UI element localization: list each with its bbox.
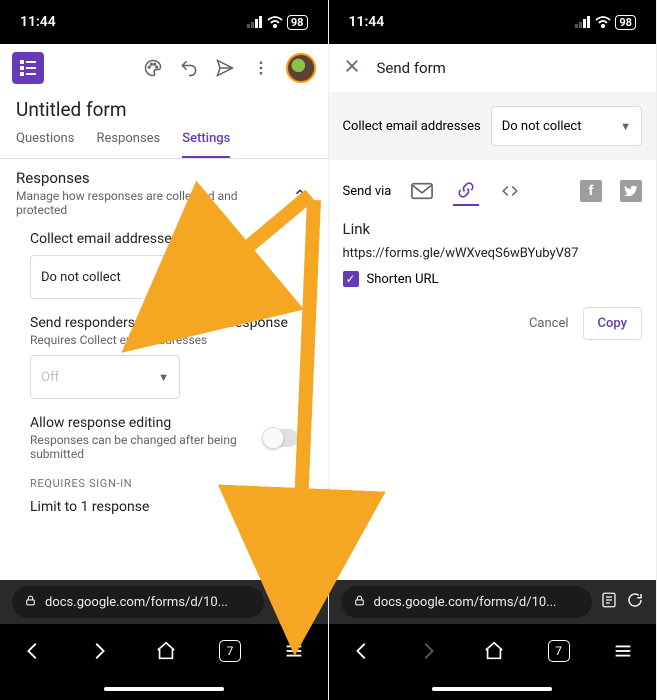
lock-icon: [24, 594, 37, 611]
reload-icon[interactable]: [298, 591, 316, 613]
tabs-icon[interactable]: 7: [219, 640, 241, 662]
home-icon[interactable]: [153, 638, 179, 664]
section-title: Responses: [16, 169, 288, 187]
dialog-buttons: Cancel Copy: [329, 293, 657, 354]
wifi-icon: [267, 16, 283, 28]
signin-section-label: REQUIRES SIGN-IN: [0, 469, 328, 490]
tabs: Questions Responses Settings: [0, 121, 328, 159]
forms-logo-icon: [12, 52, 44, 84]
back-icon[interactable]: [349, 638, 375, 664]
chevron-up-icon: [288, 183, 312, 204]
status-time: 11:44: [349, 14, 576, 30]
link-url[interactable]: https://forms.gle/wWXveqS6wBYubyV87: [343, 246, 643, 261]
reader-icon[interactable]: [600, 591, 618, 613]
responses-section-header[interactable]: Responses Manage how responses are colle…: [0, 159, 328, 223]
twitter-icon[interactable]: [620, 180, 642, 202]
battery-icon: 98: [615, 15, 636, 30]
send-via-row: Send via f: [329, 160, 657, 214]
form-title: Untitled form: [0, 92, 328, 121]
send-icon[interactable]: [214, 57, 236, 79]
signal-icon: [575, 16, 591, 28]
send-copy-select[interactable]: Off ▼: [30, 355, 180, 399]
signal-icon: [247, 16, 263, 28]
status-bar: 11:44 98: [0, 0, 328, 44]
home-indicator: [329, 678, 657, 700]
tab-settings[interactable]: Settings: [182, 131, 230, 158]
collect-email-bar: Collect email addresses Do not collect ▼: [329, 92, 657, 160]
forward-icon[interactable]: [86, 638, 112, 664]
status-time: 11:44: [20, 14, 247, 30]
send-title: Send form: [377, 59, 446, 77]
tab-questions[interactable]: Questions: [16, 131, 74, 158]
phone-left: 11:44 98 Untitled form Questions Respons…: [0, 0, 329, 700]
menu-icon[interactable]: [281, 638, 307, 664]
reader-icon[interactable]: [272, 591, 290, 613]
home-indicator: [0, 678, 328, 700]
more-icon[interactable]: [250, 57, 272, 79]
url-text: docs.google.com/forms/d/10...: [374, 595, 557, 610]
close-icon[interactable]: [343, 56, 361, 80]
collect-email-setting: Collect email addresses Do not collect ▼: [0, 223, 328, 307]
phone-right: 11:44 98 Send form Collect email address…: [329, 0, 657, 700]
collect-email-select[interactable]: Do not collect ▼: [491, 106, 642, 146]
browser-url-bar: docs.google.com/forms/d/10...: [329, 580, 657, 624]
chevron-down-icon: ▼: [620, 120, 631, 133]
avatar[interactable]: [286, 53, 316, 83]
settings-content: Responses Manage how responses are colle…: [0, 159, 328, 580]
browser-url-bar: docs.google.com/forms/d/10...: [0, 580, 328, 624]
lock-icon: [353, 594, 366, 611]
url-pill[interactable]: docs.google.com/forms/d/10...: [341, 586, 593, 618]
limit-response-setting: Limit to 1 response: [0, 490, 328, 524]
allow-edit-setting: Allow response editing Responses can be …: [0, 407, 328, 469]
email-icon[interactable]: [409, 176, 435, 206]
palette-icon[interactable]: [142, 57, 164, 79]
chevron-down-icon: ▼: [158, 271, 169, 284]
allow-edit-toggle[interactable]: [264, 429, 298, 447]
tab-responses[interactable]: Responses: [96, 131, 160, 158]
link-icon[interactable]: [453, 176, 479, 206]
browser-bottom-nav: 7: [0, 624, 328, 678]
back-icon[interactable]: [20, 638, 46, 664]
undo-icon[interactable]: [178, 57, 200, 79]
home-icon[interactable]: [481, 638, 507, 664]
cancel-button[interactable]: Cancel: [529, 316, 569, 331]
link-section: Link https://forms.gle/wWXveqS6wBYubyV87…: [329, 214, 657, 293]
section-subtitle: Manage how responses are collected and p…: [16, 189, 288, 217]
wifi-icon: [595, 16, 611, 28]
send-copy-setting: Send responders a copy of their response…: [0, 307, 328, 407]
chevron-down-icon: ▼: [158, 371, 169, 384]
status-bar: 11:44 98: [329, 0, 657, 44]
embed-icon[interactable]: [497, 176, 523, 206]
app-header: [0, 44, 328, 92]
shorten-url-row[interactable]: ✓ Shorten URL: [343, 271, 643, 287]
url-text: docs.google.com/forms/d/10...: [45, 595, 228, 610]
copy-button[interactable]: Copy: [583, 307, 642, 340]
collect-email-select[interactable]: Do not collect ▼: [30, 255, 180, 299]
menu-icon[interactable]: [610, 638, 636, 664]
facebook-icon[interactable]: f: [580, 180, 602, 202]
send-header: Send form: [329, 44, 657, 92]
tabs-icon[interactable]: 7: [548, 640, 570, 662]
url-pill[interactable]: docs.google.com/forms/d/10...: [12, 586, 264, 618]
reload-icon[interactable]: [626, 591, 644, 613]
forward-icon: [415, 638, 441, 664]
browser-bottom-nav: 7: [329, 624, 657, 678]
battery-icon: 98: [287, 15, 308, 30]
checkbox-checked-icon[interactable]: ✓: [343, 271, 359, 287]
limit-response-toggle[interactable]: [264, 498, 298, 516]
